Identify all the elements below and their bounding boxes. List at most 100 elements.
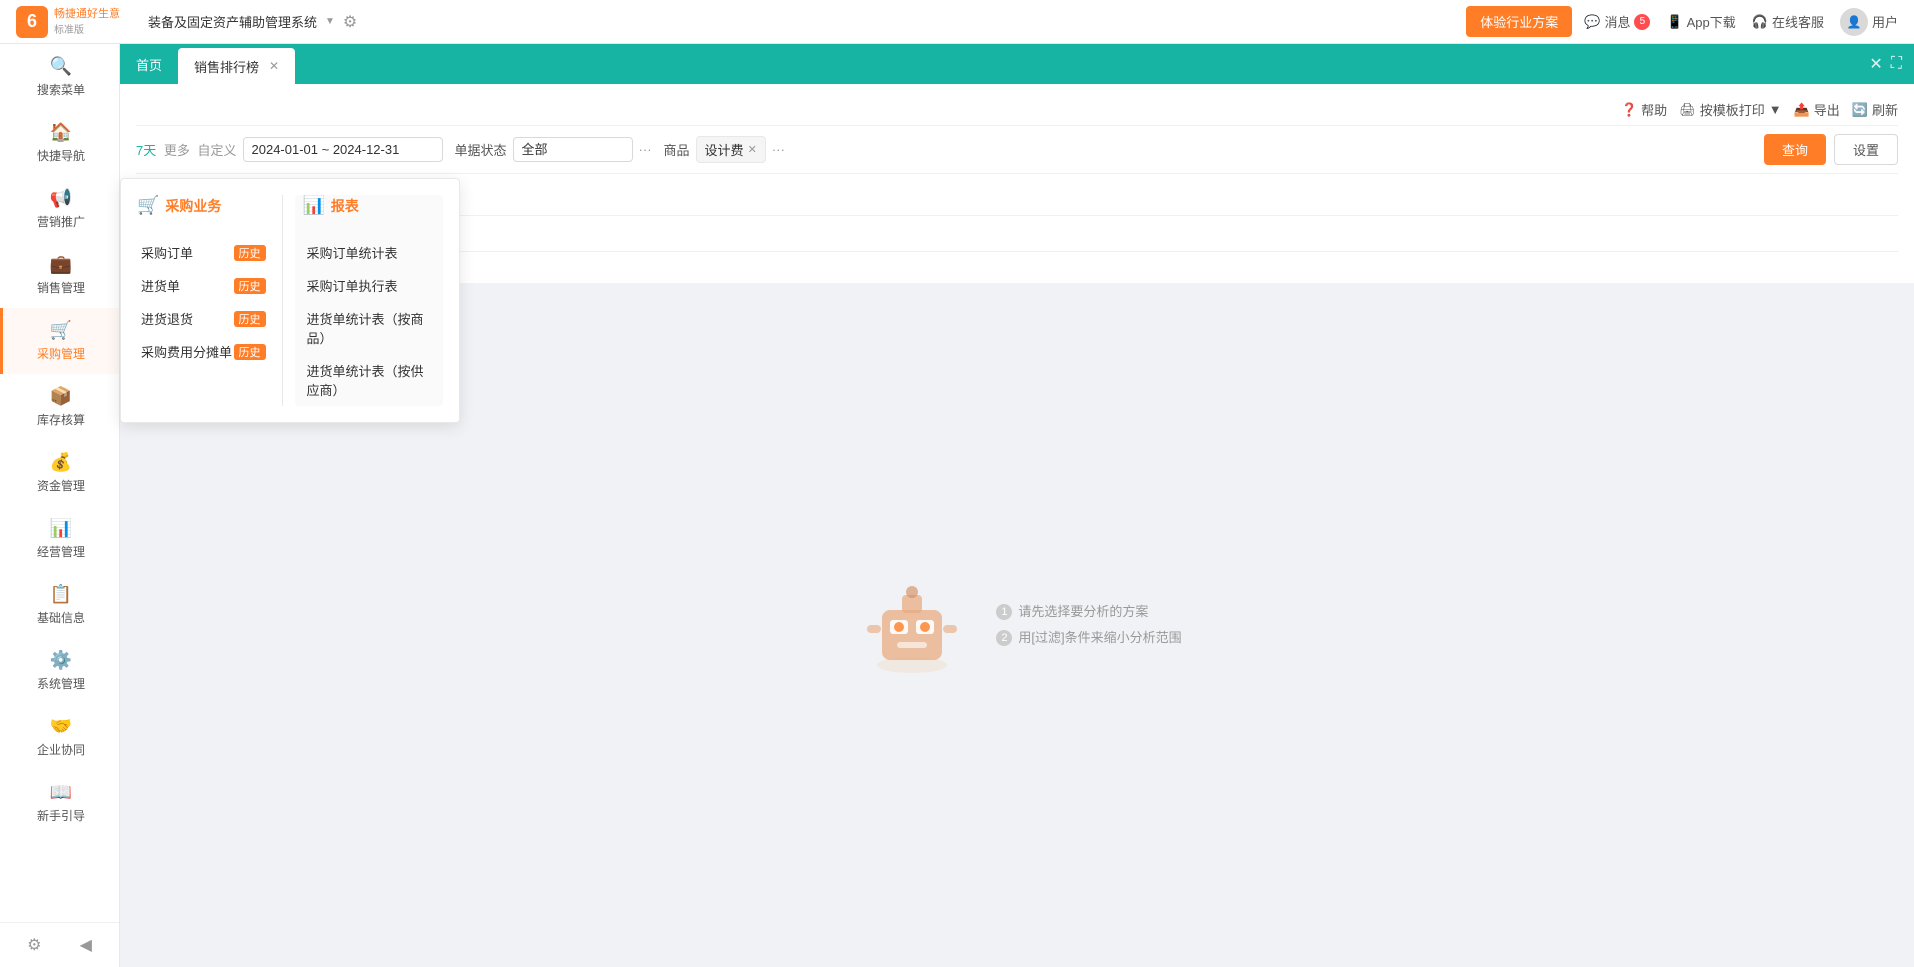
sidebar-item-system[interactable]: ⚙️ 系统管理 — [0, 638, 119, 704]
sidebar-item-basic[interactable]: 📋 基础信息 — [0, 572, 119, 638]
app-download-btn[interactable]: 📱 App下载 — [1666, 12, 1735, 31]
empty-state: 1 请先选择要分析的方案 2 用[过滤]条件来缩小分析范围 — [852, 570, 1181, 680]
purchase-order-history[interactable]: 历史 — [234, 245, 266, 261]
goods-ellipsis[interactable]: ··· — [772, 142, 785, 157]
user-label: 用户 — [1872, 12, 1898, 31]
logo-line2: 标准版 — [54, 21, 120, 36]
report-instock-supplier-label: 进货单统计表（按供应商） — [307, 361, 432, 399]
phone-icon: 📱 — [1666, 14, 1682, 30]
tab-bar: 首页 销售排行榜 ✕ ✕ ⛶ — [120, 44, 1914, 84]
sidebar-item-inventory[interactable]: 📦 库存核算 — [0, 374, 119, 440]
enterprise-icon: 🤝 — [50, 716, 72, 737]
inventory-icon: 📦 — [50, 386, 72, 407]
dropdown-purchase-col: 🛒 采购业务 采购订单 历史 进货单 历史 进货退货 历史 采购费用分摊单 — [137, 195, 270, 406]
bottom-settings-icon[interactable]: ⚙ — [27, 935, 41, 955]
purchase-instock-label: 进货单 — [141, 276, 180, 295]
bottom-collapse-icon[interactable]: ◀ — [80, 935, 92, 955]
goods-group: 商品 设计费 ✕ ··· — [664, 136, 785, 163]
sidebar-item-sales[interactable]: 💼 销售管理 — [0, 242, 119, 308]
voucher-status-label: 单据状态 — [455, 140, 507, 159]
report-col-title: 报表 — [331, 196, 359, 216]
report-instock-supplier-item[interactable]: 进货单统计表（按供应商） — [303, 354, 436, 406]
hint2-num: 2 — [996, 630, 1012, 646]
purchase-icon: 🛒 — [50, 320, 72, 341]
dropdown-report-col: 📊 报表 采购订单统计表 采购订单执行表 进货单统计表（按商品） 进货单统计表（… — [295, 195, 444, 406]
date-7days[interactable]: 7天 — [136, 143, 156, 158]
settings-icon[interactable]: ⚙ — [343, 12, 357, 32]
query-button[interactable]: 查询 — [1764, 134, 1826, 165]
dropdown-divider — [282, 195, 283, 406]
online-service-btn[interactable]: 🎧 在线客服 — [1752, 12, 1824, 31]
help-icon: ❓ — [1621, 102, 1637, 118]
message-btn[interactable]: 💬 消息 5 — [1584, 12, 1650, 31]
sidebar-label-search: 搜索菜单 — [37, 81, 85, 98]
tab-close-icon[interactable]: ✕ — [269, 59, 279, 73]
tab-home[interactable]: 首页 — [120, 44, 178, 84]
sidebar-item-search[interactable]: 🔍 搜索菜单 — [0, 44, 119, 110]
sidebar-label-marketing: 营销推广 — [37, 213, 85, 230]
print-btn[interactable]: 🖨 按模板打印 ▼ — [1679, 100, 1781, 119]
sidebar-item-quick[interactable]: 🏠 快捷导航 — [0, 110, 119, 176]
report-order-exec-item[interactable]: 采购订单执行表 — [303, 269, 436, 302]
message-badge: 5 — [1634, 14, 1650, 30]
sidebar-item-purchase[interactable]: 🛒 采购管理 — [0, 308, 119, 374]
industry-btn[interactable]: 体验行业方案 — [1466, 6, 1572, 37]
purchase-order-item[interactable]: 采购订单 历史 — [137, 236, 270, 269]
date-custom[interactable]: 自定义 — [198, 143, 237, 158]
sidebar-item-enterprise[interactable]: 🤝 企业协同 — [0, 704, 119, 770]
purchase-expense-item[interactable]: 采购费用分摊单 历史 — [137, 335, 270, 368]
tab-home-label: 首页 — [136, 55, 162, 74]
sidebar-label-operation: 经营管理 — [37, 543, 85, 560]
report-instock-goods-item[interactable]: 进货单统计表（按商品） — [303, 302, 436, 354]
sidebar-label-enterprise: 企业协同 — [37, 741, 85, 758]
voucher-status-ellipsis[interactable]: ··· — [639, 142, 652, 157]
sidebar-label-system: 系统管理 — [37, 675, 85, 692]
user-area[interactable]: 👤 用户 — [1840, 8, 1898, 36]
logo-line1: 畅捷通好生意 — [54, 7, 120, 21]
purchase-return-item[interactable]: 进货退货 历史 — [137, 302, 270, 335]
tab-close-window-icon[interactable]: ✕ — [1869, 54, 1882, 74]
purchase-col-icon: 🛒 — [137, 195, 159, 216]
tab-bar-right: ✕ ⛶ — [1869, 54, 1914, 74]
refresh-label: 刷新 — [1872, 100, 1898, 119]
refresh-btn[interactable]: 🔄 刷新 — [1852, 100, 1898, 119]
sidebar-item-operation[interactable]: 📊 经营管理 — [0, 506, 119, 572]
report-instock-goods-label: 进货单统计表（按商品） — [307, 309, 432, 347]
print-dropdown-icon: ▼ — [1769, 102, 1782, 117]
sidebar-item-capital[interactable]: 💰 资金管理 — [0, 440, 119, 506]
purchase-instock-item[interactable]: 进货单 历史 — [137, 269, 270, 302]
date-filter-group: 7天 更多 自定义 — [136, 137, 443, 162]
user-avatar: 👤 — [1840, 8, 1868, 36]
operation-icon: 📊 — [50, 518, 72, 539]
export-btn[interactable]: 📤 导出 — [1794, 100, 1840, 119]
date-more[interactable]: 更多 — [164, 143, 190, 158]
export-icon: 📤 — [1794, 102, 1810, 118]
tab-maximize-icon[interactable]: ⛶ — [1891, 55, 1902, 73]
title-dropdown-arrow[interactable]: ▼ — [325, 16, 335, 27]
sidebar-item-guide[interactable]: 📖 新手引导 — [0, 770, 119, 836]
tab-ranking[interactable]: 销售排行榜 ✕ — [178, 48, 295, 84]
empty-illustration — [852, 570, 972, 680]
goods-tag-remove[interactable]: ✕ — [748, 143, 757, 156]
report-order-stat-item[interactable]: 采购订单统计表 — [303, 236, 436, 269]
sidebar-bottom: ⚙ ◀ — [0, 922, 119, 967]
purchase-col-title: 采购业务 — [165, 196, 221, 216]
purchase-return-history[interactable]: 历史 — [234, 311, 266, 327]
set-button[interactable]: 设置 — [1834, 134, 1898, 165]
help-btn[interactable]: ❓ 帮助 — [1621, 100, 1667, 119]
purchase-instock-history[interactable]: 历史 — [234, 278, 266, 294]
hint1-num: 1 — [996, 604, 1012, 620]
purchase-expense-history[interactable]: 历史 — [234, 344, 266, 360]
marketing-icon: 📢 — [50, 188, 72, 209]
action-buttons: 查询 设置 — [1764, 134, 1898, 165]
empty-svg — [852, 570, 972, 680]
voucher-status-select[interactable]: 全部 — [513, 137, 633, 162]
date-range-input[interactable] — [243, 137, 443, 162]
home-icon: 🏠 — [50, 122, 72, 143]
help-label: 帮助 — [1641, 100, 1667, 119]
logo-text-block: 畅捷通好生意 标准版 — [54, 7, 120, 36]
sidebar-item-marketing[interactable]: 📢 营销推广 — [0, 176, 119, 242]
sales-icon: 💼 — [50, 254, 72, 275]
system-title-area: 装备及固定资产辅助管理系统 ▼ ⚙ — [148, 12, 1454, 32]
sidebar-label-inventory: 库存核算 — [37, 411, 85, 428]
